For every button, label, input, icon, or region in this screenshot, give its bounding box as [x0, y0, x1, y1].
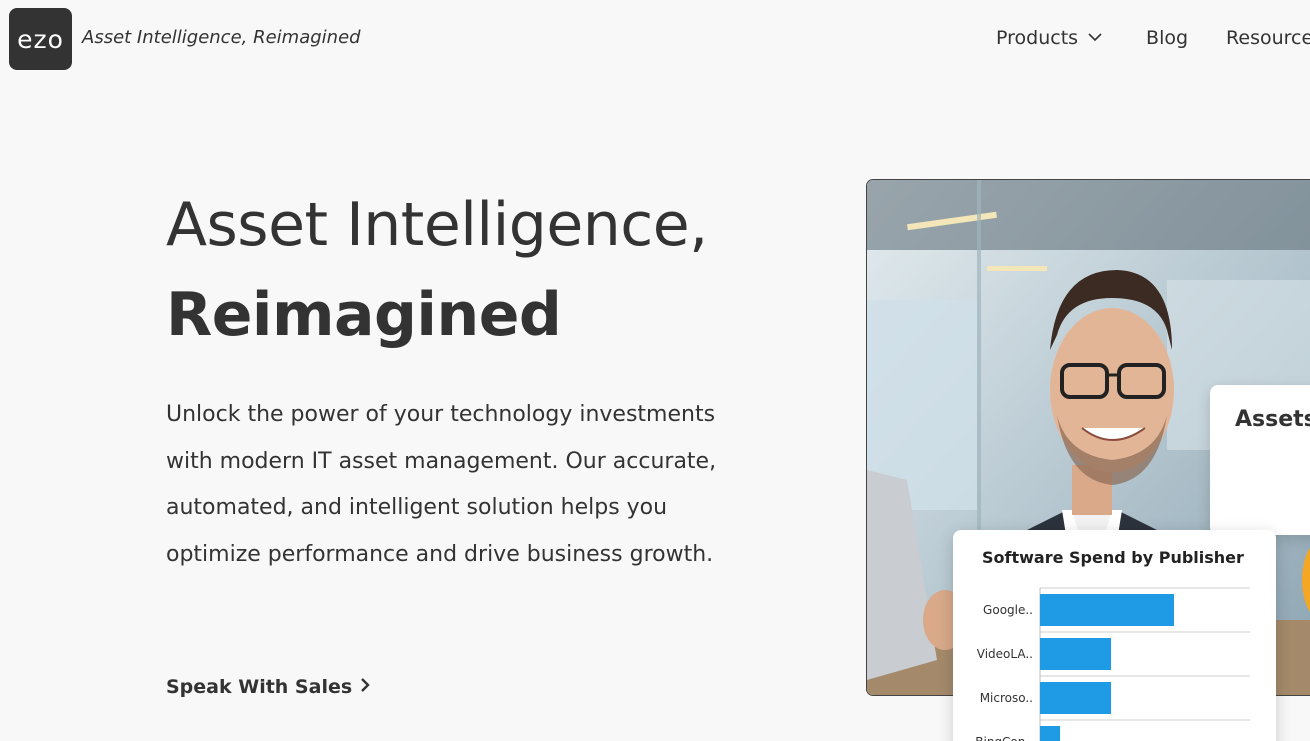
nav-item-resources[interactable]: Resource: [1226, 27, 1310, 49]
nav-item-blog[interactable]: Blog: [1146, 27, 1188, 49]
chart-category-label: Google..: [983, 603, 1033, 617]
speak-with-sales-link[interactable]: Speak With Sales: [166, 676, 370, 698]
chart-bar: [1040, 638, 1112, 670]
chart-bar: [1040, 594, 1174, 626]
chevron-down-icon: [1088, 25, 1102, 47]
nav-item-blog-label: Blog: [1146, 27, 1189, 49]
chart-category-label: BingCon..: [975, 735, 1033, 741]
hero-title-line1: Asset Intelligence,: [166, 190, 708, 260]
cta-label: Speak With Sales: [166, 676, 353, 698]
software-spend-card: Software Spend by Publisher Google.. Vide…: [953, 530, 1276, 741]
nav-item-products[interactable]: Products: [996, 27, 1102, 49]
main-nav: Products Blog Resource: [996, 27, 1310, 49]
chevron-right-icon: [360, 676, 370, 698]
hero-title-line2: Reimagined: [166, 280, 562, 350]
nav-item-products-label: Products: [996, 27, 1079, 49]
spend-bar-chart: Google.. VideoLA.. Microso.. BingCon..: [975, 587, 1250, 741]
assets-card-title: Assets: [1235, 407, 1310, 432]
nav-item-resources-label: Resource: [1226, 27, 1310, 49]
chart-bar: [1040, 682, 1112, 714]
hero-lead-text: Unlock the power of your technology inve…: [166, 402, 717, 567]
assets-card: Assets: [1210, 385, 1310, 535]
chart-bar: [1040, 726, 1061, 741]
chart-category-label: VideoLA..: [977, 647, 1033, 661]
ezo-logo[interactable]: ezo: [9, 8, 72, 70]
chart-category-label: Microso..: [980, 691, 1033, 705]
header-tagline: Asset Intelligence, Reimagined: [82, 27, 361, 48]
site-header: ezo Asset Intelligence, Reimagined Produ…: [0, 0, 1310, 80]
